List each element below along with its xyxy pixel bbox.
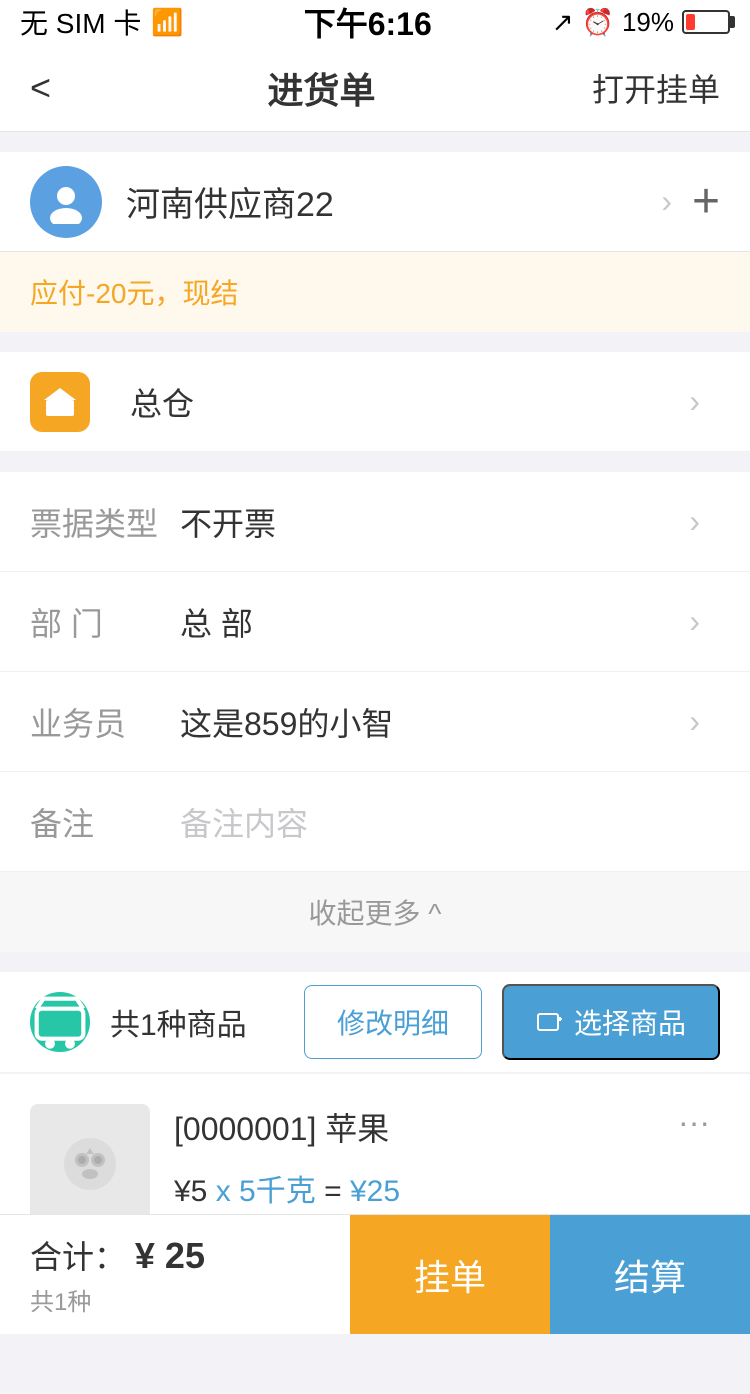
department-value: 总 部 — [170, 599, 689, 645]
status-bar: 无 SIM 卡 📶 下午6:16 ↗ ⏰ 19% — [0, 0, 750, 44]
line-total: ¥25 — [350, 1175, 400, 1208]
footer: 合计： ¥ 25 共1种 挂单 结算 — [0, 1214, 750, 1334]
product-more-button[interactable]: ··· — [668, 1104, 720, 1141]
product-price-row: ¥5 x 5千克 = ¥25 — [174, 1166, 644, 1210]
settle-button[interactable]: 结算 — [550, 1215, 750, 1334]
salesman-chevron-icon: › — [689, 703, 700, 740]
collapse-row[interactable]: 收起更多 ^ — [0, 872, 750, 952]
edit-detail-button[interactable]: 修改明细 — [304, 985, 482, 1059]
supplier-avatar — [30, 166, 102, 238]
remark-label: 备注 — [30, 799, 170, 845]
form-section: 票据类型 不开票 › 部 门 总 部 › 业务员 这是859的小智 › 备注 备… — [0, 472, 750, 872]
status-time: 下午6:16 — [304, 0, 432, 45]
supplier-row[interactable]: 河南供应商22 › + — [0, 152, 750, 252]
footer-total-sub: 共1种 — [30, 1282, 320, 1317]
section-gap-2 — [0, 332, 750, 352]
product-info: [0000001] 苹果 ¥5 x 5千克 = ¥25 — [174, 1104, 644, 1210]
nav-bar: < 进货单 打开挂单 — [0, 44, 750, 132]
person-icon — [44, 180, 88, 224]
remark-input[interactable]: 备注内容 — [170, 799, 720, 845]
product-header: 共1种商品 修改明细 选择商品 — [0, 972, 750, 1072]
remark-row[interactable]: 备注 备注内容 — [0, 772, 750, 872]
open-hang-button[interactable]: 打开挂单 — [592, 65, 720, 111]
carrier-text: 无 SIM 卡 — [20, 2, 141, 42]
cart-icon — [30, 992, 90, 1052]
location-icon: ↗ — [552, 7, 574, 38]
unit-price: ¥5 — [174, 1175, 207, 1208]
section-gap-3 — [0, 452, 750, 472]
invoice-type-label: 票据类型 — [30, 499, 170, 545]
footer-total: 合计： ¥ 25 共1种 — [0, 1215, 350, 1334]
invoice-type-chevron-icon: › — [689, 503, 700, 540]
settle-label: 结算 — [614, 1249, 686, 1301]
supplier-chevron-icon: › — [661, 183, 672, 220]
battery-fill — [686, 14, 695, 30]
product-thumbnail — [30, 1104, 150, 1224]
back-button[interactable]: < — [30, 67, 51, 109]
qty-display: x 5千克 — [216, 1175, 316, 1208]
select-product-label: 选择商品 — [574, 1002, 686, 1042]
supplier-notice: 应付-20元，现结 — [0, 252, 750, 332]
page-title: 进货单 — [268, 62, 376, 114]
wifi-icon: 📶 — [151, 7, 183, 38]
product-icon-container — [30, 992, 90, 1052]
collapse-label: 收起更多 ^ — [309, 892, 442, 932]
section-gap-4 — [0, 952, 750, 972]
department-chevron-icon: › — [689, 603, 700, 640]
status-left: 无 SIM 卡 📶 — [20, 2, 184, 42]
battery-icon — [682, 10, 730, 34]
invoice-type-row[interactable]: 票据类型 不开票 › — [0, 472, 750, 572]
alarm-icon: ⏰ — [582, 7, 614, 38]
supplier-section: 河南供应商22 › + 应付-20元，现结 — [0, 152, 750, 332]
section-gap-1 — [0, 132, 750, 152]
product-title: 苹果 — [325, 1111, 389, 1147]
product-count: 共1种商品 — [110, 1000, 284, 1044]
supplier-name: 河南供应商22 — [126, 177, 661, 226]
salesman-value: 这是859的小智 — [170, 699, 689, 745]
select-product-icon — [536, 1008, 564, 1036]
invoice-type-value: 不开票 — [170, 499, 689, 545]
warehouse-row[interactable]: 总仓 › — [0, 352, 750, 452]
select-product-button[interactable]: 选择商品 — [502, 984, 720, 1060]
total-amount: ¥ 25 — [135, 1235, 205, 1276]
footer-total-main: 合计： ¥ 25 — [30, 1232, 320, 1278]
department-row[interactable]: 部 门 总 部 › — [0, 572, 750, 672]
salesman-label: 业务员 — [30, 699, 170, 745]
hang-label: 挂单 — [414, 1249, 486, 1301]
hang-button[interactable]: 挂单 — [350, 1215, 550, 1334]
warehouse-icon-container — [30, 372, 90, 432]
warehouse-icon — [42, 384, 78, 420]
salesman-row[interactable]: 业务员 这是859的小智 › — [0, 672, 750, 772]
add-supplier-button[interactable]: + — [692, 174, 720, 229]
warehouse-value: 总仓 — [110, 379, 689, 425]
product-code: [0000001] — [174, 1111, 316, 1147]
battery-percent: 19% — [622, 7, 674, 38]
department-label: 部 门 — [30, 599, 170, 645]
product-name: [0000001] 苹果 — [174, 1104, 644, 1150]
status-right: ↗ ⏰ 19% — [552, 7, 730, 38]
product-thumb-icon — [60, 1134, 120, 1194]
warehouse-chevron-icon: › — [689, 383, 700, 420]
total-label: 合计： — [30, 1239, 126, 1275]
